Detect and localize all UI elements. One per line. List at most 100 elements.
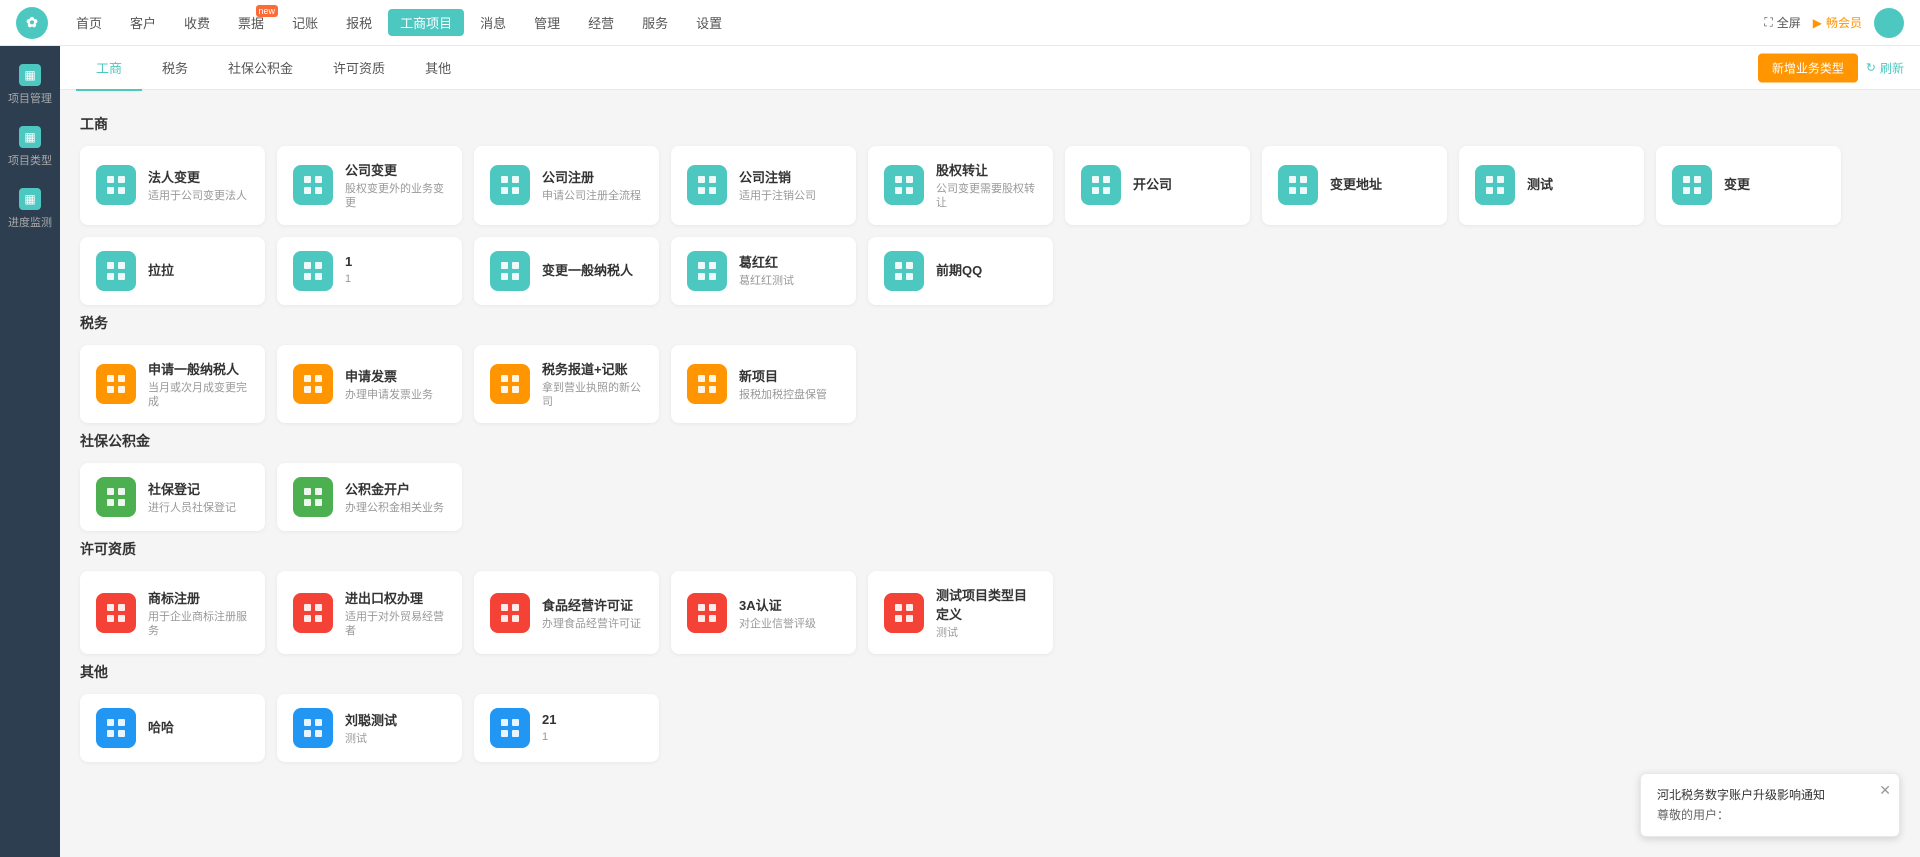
section-title-许可资质: 许可资质 — [80, 539, 1900, 559]
nav-item-消息[interactable]: 消息 — [468, 9, 518, 36]
card-text-变更地址: 变更地址 — [1330, 174, 1382, 196]
card-股权转让[interactable]: 股权转让公司变更需要股权转让 — [868, 146, 1053, 225]
card-icon-公司注销 — [687, 165, 727, 205]
card-进出口权办理[interactable]: 进出口权办理适用于对外贸易经营者 — [277, 571, 462, 654]
card-公司注销[interactable]: 公司注销适用于注销公司 — [671, 146, 856, 225]
card-商标注册[interactable]: 商标注册用于企业商标注册服务 — [80, 571, 265, 654]
card-21[interactable]: 211 — [474, 694, 659, 762]
nav-item-报税[interactable]: 报税 — [334, 9, 384, 36]
section-title-税务: 税务 — [80, 313, 1900, 333]
nav-item-票据[interactable]: 票据new — [226, 9, 276, 36]
nav-item-记账[interactable]: 记账 — [280, 9, 330, 36]
card-title-1: 1 — [345, 254, 352, 269]
card-公司变更[interactable]: 公司变更股权变更外的业务变更 — [277, 146, 462, 225]
card-desc-商标注册: 用于企业商标注册服务 — [148, 610, 249, 639]
card-title-公司注册: 公司注册 — [542, 167, 641, 186]
tab-社保公积金[interactable]: 社保公积金 — [208, 46, 313, 91]
card-食品经营许可证[interactable]: 食品经营许可证办理食品经营许可证 — [474, 571, 659, 654]
card-title-食品经营许可证: 食品经营许可证 — [542, 595, 641, 614]
section-title-其他: 其他 — [80, 662, 1900, 682]
card-text-进出口权办理: 进出口权办理适用于对外贸易经营者 — [345, 588, 446, 639]
card-申请一般纳税人[interactable]: 申请一般纳税人当月或次月成变更完成 — [80, 345, 265, 424]
nav-item-管理[interactable]: 管理 — [522, 9, 572, 36]
card-新项目[interactable]: 新项目报税加税控盘保管 — [671, 345, 856, 424]
sidebar-item-项目类型[interactable]: ▦项目类型 — [0, 116, 60, 178]
card-title-申请一般纳税人: 申请一般纳税人 — [148, 359, 249, 378]
card-前期QQ[interactable]: 前期QQ — [868, 237, 1053, 305]
card-变更一般纳税人[interactable]: 变更一般纳税人 — [474, 237, 659, 305]
card-社保登记[interactable]: 社保登记进行人员社保登记 — [80, 463, 265, 531]
tab-许可资质[interactable]: 许可资质 — [313, 46, 405, 91]
card-测试项目类型目定义[interactable]: 测试项目类型目定义测试 — [868, 571, 1053, 654]
tab-工商[interactable]: 工商 — [76, 46, 142, 91]
card-申请发票[interactable]: 申请发票办理申请发票业务 — [277, 345, 462, 424]
nav-item-工商项目[interactable]: 工商项目 — [388, 9, 464, 36]
tabs-bar: 工商税务社保公积金许可资质其他 新增业务类型 ↻ 刷新 — [60, 46, 1920, 90]
card-变更[interactable]: 变更 — [1656, 146, 1841, 225]
refresh-button[interactable]: ↻ 刷新 — [1866, 53, 1904, 82]
card-刘聪测试[interactable]: 刘聪测试测试 — [277, 694, 462, 762]
vip-icon: ▶ — [1813, 16, 1822, 30]
card-text-拉拉: 拉拉 — [148, 260, 174, 282]
card-开公司[interactable]: 开公司 — [1065, 146, 1250, 225]
sidebar-item-进度监测[interactable]: ▦进度监测 — [0, 178, 60, 240]
card-text-测试: 测试 — [1527, 174, 1553, 196]
card-text-申请一般纳税人: 申请一般纳税人当月或次月成变更完成 — [148, 359, 249, 410]
card-拉拉[interactable]: 拉拉 — [80, 237, 265, 305]
card-text-刘聪测试: 刘聪测试测试 — [345, 710, 397, 746]
card-icon-申请发票 — [293, 364, 333, 404]
sidebar-icon-项目管理: ▦ — [19, 64, 41, 86]
nav-item-客户[interactable]: 客户 — [118, 9, 168, 36]
card-icon-食品经营许可证 — [490, 593, 530, 633]
card-text-食品经营许可证: 食品经营许可证办理食品经营许可证 — [542, 595, 641, 631]
add-type-button[interactable]: 新增业务类型 — [1758, 53, 1858, 82]
sidebar-icon-项目类型: ▦ — [19, 126, 41, 148]
main-content: 工商税务社保公积金许可资质其他 新增业务类型 ↻ 刷新 工商 法人变更适用于公司… — [60, 46, 1920, 857]
card-text-法人变更: 法人变更适用于公司变更法人 — [148, 167, 247, 203]
card-text-商标注册: 商标注册用于企业商标注册服务 — [148, 588, 249, 639]
section-许可资质: 许可资质 商标注册用于企业商标注册服务 进出口权办理适用于对外贸易经营者 食品经… — [80, 539, 1900, 654]
card-公积金开户[interactable]: 公积金开户办理公积金相关业务 — [277, 463, 462, 531]
card-desc-公积金开户: 办理公积金相关业务 — [345, 501, 444, 515]
card-title-开公司: 开公司 — [1133, 174, 1172, 193]
section-工商: 工商 法人变更适用于公司变更法人 公司变更股权变更外的业务变更 公司注册申请公司… — [80, 114, 1900, 305]
card-哈哈[interactable]: 哈哈 — [80, 694, 265, 762]
vip-button[interactable]: ▶ 畅会员 — [1813, 14, 1862, 31]
fullscreen-button[interactable]: ⛶ 全屏 — [1764, 14, 1800, 31]
nav-item-服务[interactable]: 服务 — [630, 9, 680, 36]
card-text-公积金开户: 公积金开户办理公积金相关业务 — [345, 479, 444, 515]
card-title-股权转让: 股权转让 — [936, 160, 1037, 179]
card-icon-变更 — [1672, 165, 1712, 205]
card-text-税务报道+记账: 税务报道+记账拿到营业执照的新公司 — [542, 359, 643, 410]
card-icon-刘聪测试 — [293, 708, 333, 748]
card-text-葛红红: 葛红红葛红红测试 — [739, 252, 794, 288]
tab-其他[interactable]: 其他 — [405, 46, 471, 91]
card-葛红红[interactable]: 葛红红葛红红测试 — [671, 237, 856, 305]
refresh-label: 刷新 — [1880, 59, 1904, 76]
nav-item-经营[interactable]: 经营 — [576, 9, 626, 36]
tab-税务[interactable]: 税务 — [142, 46, 208, 91]
logo[interactable]: ✿ — [16, 7, 48, 39]
card-税务报道+记账[interactable]: 税务报道+记账拿到营业执照的新公司 — [474, 345, 659, 424]
nav-item-首页[interactable]: 首页 — [64, 9, 114, 36]
card-title-公司变更: 公司变更 — [345, 160, 446, 179]
section-社保公积金: 社保公积金 社保登记进行人员社保登记 公积金开户办理公积金相关业务 — [80, 431, 1900, 531]
nav-item-设置[interactable]: 设置 — [684, 9, 734, 36]
card-法人变更[interactable]: 法人变更适用于公司变更法人 — [80, 146, 265, 225]
card-desc-新项目: 报税加税控盘保管 — [739, 388, 827, 402]
nav-item-收费[interactable]: 收费 — [172, 9, 222, 36]
card-测试[interactable]: 测试 — [1459, 146, 1644, 225]
notification-popup: ✕ 河北税务数字账户升级影响通知 尊敬的用户： — [1640, 773, 1900, 837]
card-公司注册[interactable]: 公司注册申请公司注册全流程 — [474, 146, 659, 225]
card-title-社保登记: 社保登记 — [148, 479, 236, 498]
cards-grid-工商: 法人变更适用于公司变更法人 公司变更股权变更外的业务变更 公司注册申请公司注册全… — [80, 146, 1900, 305]
avatar[interactable] — [1874, 8, 1904, 38]
card-3A认证[interactable]: 3A认证对企业信誉评级 — [671, 571, 856, 654]
notification-close-button[interactable]: ✕ — [1879, 782, 1891, 799]
card-desc-公司注册: 申请公司注册全流程 — [542, 189, 641, 203]
card-变更地址[interactable]: 变更地址 — [1262, 146, 1447, 225]
card-text-3A认证: 3A认证对企业信誉评级 — [739, 595, 816, 631]
card-text-新项目: 新项目报税加税控盘保管 — [739, 366, 827, 402]
card-1[interactable]: 11 — [277, 237, 462, 305]
sidebar-item-项目管理[interactable]: ▦项目管理 — [0, 54, 60, 116]
